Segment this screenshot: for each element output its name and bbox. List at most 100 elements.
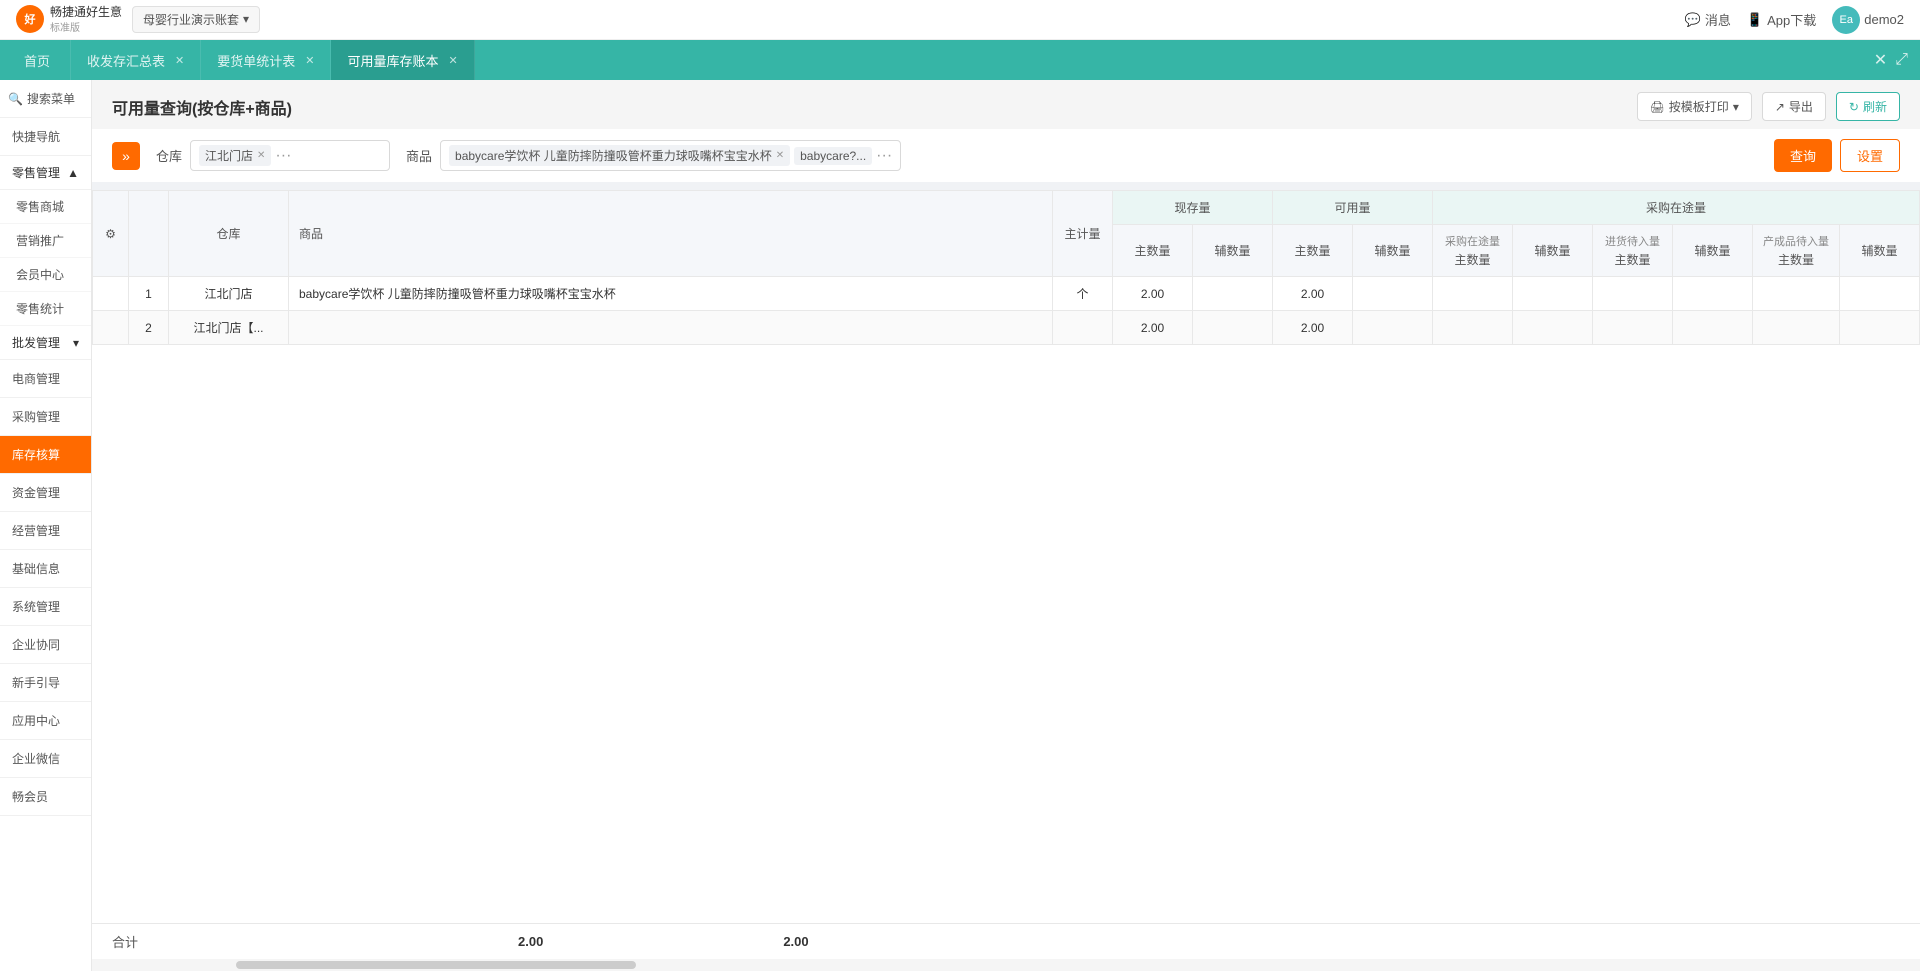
sidebar-item-label: 营销推广 xyxy=(16,234,64,248)
sidebar-item-finance[interactable]: 资金管理 xyxy=(0,474,91,512)
tab-order-stats-label: 要货单统计表 xyxy=(217,51,295,70)
th-incoming-main: 进货待入量 主数量 xyxy=(1593,225,1673,277)
sidebar-item-operations[interactable]: 经营管理 xyxy=(0,512,91,550)
sidebar-item-label: 系统管理 xyxy=(12,598,60,615)
close-window-icon[interactable]: ✕ xyxy=(1874,50,1887,70)
tab-order-stats[interactable]: 要货单统计表 ✕ xyxy=(201,40,331,80)
cell-incoming-aux xyxy=(1673,277,1753,311)
sidebar-item-zero-retail[interactable]: 零售管理 ▲ xyxy=(0,156,91,190)
sidebar-item-stock[interactable]: 库存核算 xyxy=(0,436,91,474)
sidebar-item-system[interactable]: 系统管理 xyxy=(0,588,91,626)
product-filter-input[interactable]: babycare学饮杯 儿童防摔防撞吸管杯重力球吸嘴杯宝宝水杯 ✕ babyca… xyxy=(440,140,901,171)
cell-incoming-main xyxy=(1593,277,1673,311)
sidebar-item-member[interactable]: 会员中心 xyxy=(0,258,91,292)
double-arrow-icon: » xyxy=(122,148,130,164)
maximize-icon[interactable]: ⤢ xyxy=(1895,51,1908,69)
remove-product-icon[interactable]: ✕ xyxy=(776,150,784,161)
cell-warehouse: 江北门店 xyxy=(169,277,289,311)
export-button[interactable]: ↗ 导出 xyxy=(1762,92,1826,121)
chevron-down-icon: ▾ xyxy=(1733,100,1739,114)
query-button[interactable]: 查询 xyxy=(1774,139,1832,172)
sidebar-item-purchase[interactable]: 采购管理 xyxy=(0,398,91,436)
remove-warehouse-icon[interactable]: ✕ xyxy=(257,150,265,161)
footer-current-main: 2.00 xyxy=(518,934,543,949)
more-options-icon[interactable]: ··· xyxy=(275,147,291,165)
sidebar-item-label: 采购管理 xyxy=(12,408,60,425)
cell-available-main: 2.00 xyxy=(1273,277,1353,311)
settings-button[interactable]: 设置 xyxy=(1840,139,1900,172)
sidebar-item-zero-stats[interactable]: 零售统计 xyxy=(0,292,91,326)
top-bar: 好 畅捷通好生意 标准版 母婴行业演示账套 ▾ 💬 消息 📱 App下载 Ea … xyxy=(0,0,1920,40)
sidebar-item-label: 快捷导航 xyxy=(12,128,60,145)
cell-warehouse: 江北门店【... xyxy=(169,311,289,345)
cell-production-aux xyxy=(1840,277,1920,311)
footer-bar: 合计 2.00 2.00 xyxy=(92,923,1920,959)
table-row: 1 江北门店 babycare学饮杯 儿童防摔防撞吸管杯重力球吸嘴杯宝宝水杯 个… xyxy=(93,277,1920,311)
message-button[interactable]: 💬 消息 xyxy=(1685,10,1731,29)
industry-selector[interactable]: 母婴行业演示账套 ▾ xyxy=(132,6,260,33)
sidebar-item-label: 企业协同 xyxy=(12,636,60,653)
cell-product xyxy=(289,311,1053,345)
warehouse-filter-input[interactable]: 江北门店 ✕ ··· xyxy=(190,140,390,171)
sidebar-item-zero-mall[interactable]: 零售商城 xyxy=(0,190,91,224)
sidebar-item-membership[interactable]: 畅会员 xyxy=(0,778,91,816)
industry-label: 母婴行业演示账套 xyxy=(143,11,239,28)
cell-num: 1 xyxy=(129,277,169,311)
app-download-button[interactable]: 📱 App下载 xyxy=(1747,10,1816,29)
avatar: Ea xyxy=(1832,6,1860,34)
th-gear[interactable]: ⚙ xyxy=(93,191,129,277)
th-main-unit: 主计量 xyxy=(1053,191,1113,277)
sidebar-item-wechat[interactable]: 企业微信 xyxy=(0,740,91,778)
print-button[interactable]: 🖨 按模板打印 ▾ xyxy=(1637,92,1752,121)
sidebar-item-label: 零售统计 xyxy=(16,302,64,316)
th-production-aux: 辅数量 xyxy=(1840,225,1920,277)
table-container: ⚙ 仓库 商品 主计量 现存量 xyxy=(92,190,1920,923)
refresh-label: 刷新 xyxy=(1863,98,1887,115)
tab-available-stock[interactable]: 可用量库存账本 ✕ xyxy=(331,40,474,80)
cell-production-main xyxy=(1753,277,1840,311)
sidebar-item-enterprise[interactable]: 企业协同 xyxy=(0,626,91,664)
sidebar-item-ecommerce[interactable]: 电商管理 xyxy=(0,360,91,398)
export-icon: ↗ xyxy=(1775,100,1785,114)
sidebar-item-guide[interactable]: 新手引导 xyxy=(0,664,91,702)
sidebar-item-marketing[interactable]: 营销推广 xyxy=(0,224,91,258)
logo-sub: 标准版 xyxy=(50,19,122,34)
logo-area: 好 畅捷通好生意 标准版 xyxy=(16,5,122,34)
sidebar-item-label: 零售管理 xyxy=(12,164,60,181)
cell-gear xyxy=(93,277,129,311)
user-profile[interactable]: Ea demo2 xyxy=(1832,6,1904,34)
username-label: demo2 xyxy=(1864,12,1904,27)
app-icon: 📱 xyxy=(1747,12,1763,28)
tab-receive-send[interactable]: 收发存汇总表 ✕ xyxy=(71,40,201,80)
message-label: 消息 xyxy=(1705,10,1731,29)
sidebar-search[interactable]: 🔍 搜索菜单 xyxy=(0,80,91,118)
sidebar-item-label: 零售商城 xyxy=(16,200,64,214)
product-tag-2: babycare?... xyxy=(794,147,872,165)
content-area: 可用量查询(按仓库+商品) 🖨 按模板打印 ▾ ↗ 导出 ↻ 刷新 xyxy=(92,80,1920,971)
sidebar-item-wholesale[interactable]: 批发管理 ▾ xyxy=(0,326,91,360)
close-icon[interactable]: ✕ xyxy=(305,54,314,67)
cell-product: babycare学饮杯 儿童防摔防撞吸管杯重力球吸嘴杯宝宝水杯 xyxy=(289,277,1053,311)
filter-toggle-button[interactable]: » xyxy=(112,142,140,170)
close-icon[interactable]: ✕ xyxy=(175,54,184,67)
sidebar-item-quick-nav[interactable]: 快捷导航 xyxy=(0,118,91,156)
cell-current-aux xyxy=(1193,311,1273,345)
th-warehouse: 仓库 xyxy=(169,191,289,277)
warehouse-filter-group: 仓库 江北门店 ✕ ··· xyxy=(156,140,390,171)
sidebar-item-label: 经营管理 xyxy=(12,522,60,539)
close-icon[interactable]: ✕ xyxy=(449,54,458,67)
refresh-button[interactable]: ↻ 刷新 xyxy=(1836,92,1900,121)
cell-unit: 个 xyxy=(1053,277,1113,311)
product-tag-1: babycare学饮杯 儿童防摔防撞吸管杯重力球吸嘴杯宝宝水杯 ✕ xyxy=(449,145,790,166)
sidebar-item-label: 畅会员 xyxy=(12,788,48,805)
scroll-thumb[interactable] xyxy=(236,961,636,969)
th-current-aux: 辅数量 xyxy=(1193,225,1273,277)
table-row: 2 江北门店【... 2.00 2.00 xyxy=(93,311,1920,345)
nav-tabs: 首页 收发存汇总表 ✕ 要货单统计表 ✕ 可用量库存账本 ✕ ✕ ⤢ xyxy=(0,40,1920,80)
search-icon: 🔍 xyxy=(8,92,23,106)
tab-home[interactable]: 首页 xyxy=(4,40,71,80)
sidebar-item-appstore[interactable]: 应用中心 xyxy=(0,702,91,740)
more-options-icon[interactable]: ··· xyxy=(876,147,892,165)
sidebar-item-basics[interactable]: 基础信息 xyxy=(0,550,91,588)
footer-label: 合计 xyxy=(112,932,138,951)
